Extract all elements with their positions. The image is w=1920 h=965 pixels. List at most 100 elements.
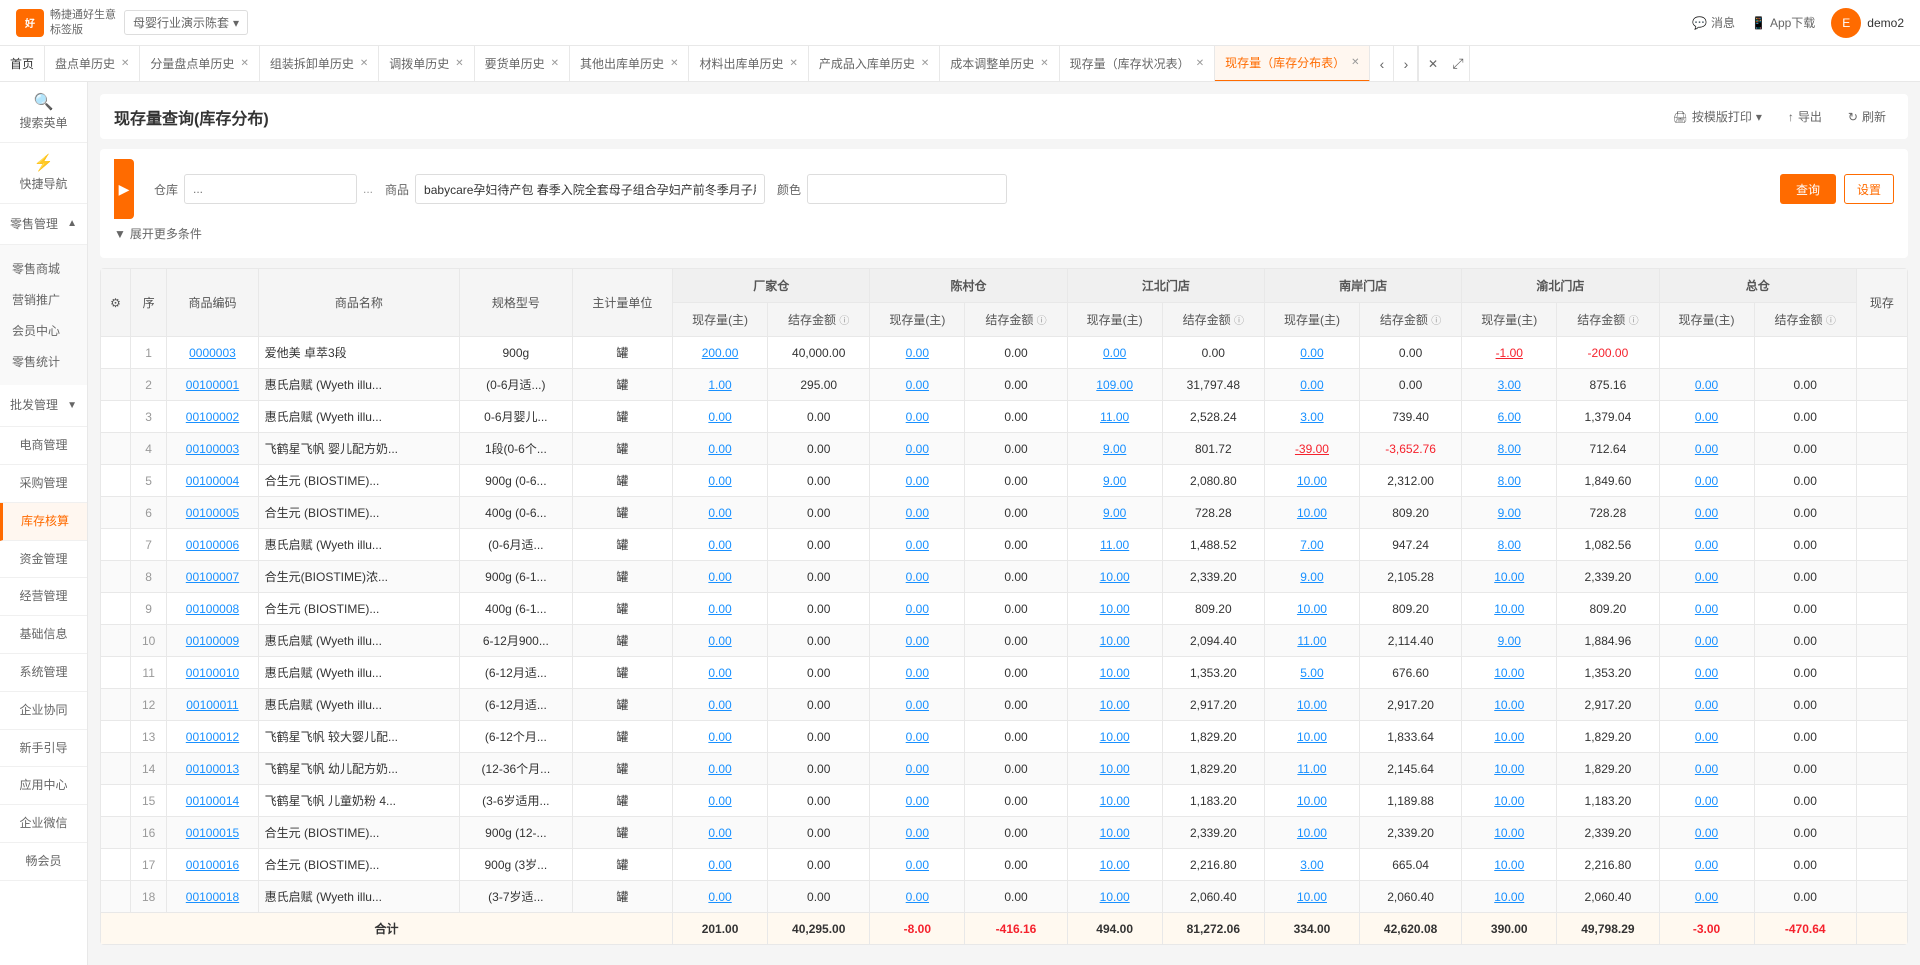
row-zc-qty[interactable]: 0.00 [1659,689,1754,721]
tab-close-icon[interactable]: ✕ [789,58,797,69]
refresh-btn[interactable]: ↻ 刷新 [1840,104,1894,129]
search-button[interactable]: 查询 [1780,174,1836,204]
row-lj-qty[interactable]: 0.00 [870,337,965,369]
sidebar-item-ecommerce[interactable]: 电商管理 [0,427,87,465]
row-code[interactable]: 00100008 [167,593,258,625]
row-jb-qty[interactable]: 10.00 [1067,625,1162,657]
row-code[interactable]: 00100005 [167,497,258,529]
row-zc-qty[interactable]: 0.00 [1659,849,1754,881]
row-na-qty[interactable]: 0.00 [1264,337,1359,369]
row-lj-qty[interactable]: 0.00 [870,497,965,529]
row-cf-qty[interactable]: 0.00 [673,561,768,593]
tab-8[interactable]: 产成品入库单历史 ✕ [809,46,940,82]
row-lj-qty[interactable]: 0.00 [870,721,965,753]
row-cf-qty[interactable]: 0.00 [673,401,768,433]
row-yb-qty[interactable]: 10.00 [1462,881,1557,913]
row-code[interactable]: 00100016 [167,849,258,881]
tab-close-icon[interactable]: ✕ [1196,58,1204,69]
row-na-qty[interactable]: 5.00 [1264,657,1359,689]
export-btn[interactable]: ↑ 导出 [1780,104,1830,129]
row-zc-qty[interactable]: 0.00 [1659,561,1754,593]
row-yb-qty[interactable]: 8.00 [1462,529,1557,561]
row-jb-qty[interactable]: 10.00 [1067,849,1162,881]
row-code[interactable]: 00100018 [167,881,258,913]
row-code[interactable]: 00100012 [167,721,258,753]
row-jb-qty[interactable]: 0.00 [1067,337,1162,369]
row-yb-qty[interactable]: 10.00 [1462,561,1557,593]
sidebar-item-member2[interactable]: 畅会员 [0,843,87,881]
row-zc-qty[interactable]: 0.00 [1659,497,1754,529]
row-yb-qty[interactable]: 10.00 [1462,593,1557,625]
row-cf-qty[interactable]: 0.00 [673,817,768,849]
row-yb-qty[interactable]: 10.00 [1462,817,1557,849]
sidebar-item-search[interactable]: 🔍 搜索英单 [0,82,87,143]
row-na-qty[interactable]: 10.00 [1264,721,1359,753]
sidebar-item-member[interactable]: 会员中心 [0,315,87,346]
row-cf-qty[interactable]: 0.00 [673,849,768,881]
row-yb-qty[interactable]: 6.00 [1462,401,1557,433]
row-cf-qty[interactable]: 0.00 [673,721,768,753]
tab-5[interactable]: 要货单历史 ✕ [475,46,570,82]
tab-close-icon[interactable]: ✕ [240,58,248,69]
row-na-qty[interactable]: 10.00 [1264,593,1359,625]
tab-2[interactable]: 分量盘点单历史 ✕ [140,46,259,82]
row-jb-qty[interactable]: 11.00 [1067,401,1162,433]
row-lj-qty[interactable]: 0.00 [870,817,965,849]
row-na-qty[interactable]: 10.00 [1264,817,1359,849]
row-yb-qty[interactable]: 10.00 [1462,753,1557,785]
message-btn[interactable]: 💬 消息 [1692,14,1735,31]
row-na-qty[interactable]: -39.00 [1264,433,1359,465]
row-yb-qty[interactable]: 10.00 [1462,689,1557,721]
row-zc-qty[interactable]: 0.00 [1659,465,1754,497]
row-na-qty[interactable]: 10.00 [1264,785,1359,817]
sidebar-item-marketing[interactable]: 营销推广 [0,284,87,315]
product-input[interactable] [415,174,765,204]
tab-close-icon[interactable]: ✕ [670,58,678,69]
sidebar-item-retail-mall[interactable]: 零售商城 [0,253,87,284]
row-na-qty[interactable]: 3.00 [1264,849,1359,881]
row-code[interactable]: 00100001 [167,369,258,401]
row-code[interactable]: 00100010 [167,657,258,689]
row-na-qty[interactable]: 3.00 [1264,401,1359,433]
tab-close-icon[interactable]: ✕ [455,58,463,69]
row-jb-qty[interactable]: 9.00 [1067,497,1162,529]
row-lj-qty[interactable]: 0.00 [870,657,965,689]
app-download-btn[interactable]: 📱 App下载 [1751,14,1815,31]
row-cf-qty[interactable]: 0.00 [673,753,768,785]
row-code[interactable]: 00100015 [167,817,258,849]
row-na-qty[interactable]: 9.00 [1264,561,1359,593]
expand-btn[interactable]: ▼ 展开更多条件 [114,219,1894,248]
tab-close-icon[interactable]: ✕ [121,58,129,69]
row-jb-qty[interactable]: 10.00 [1067,785,1162,817]
row-na-qty[interactable]: 10.00 [1264,497,1359,529]
row-zc-qty[interactable]: 0.00 [1659,529,1754,561]
sidebar-item-collab[interactable]: 企业协同 [0,692,87,730]
row-jb-qty[interactable]: 10.00 [1067,881,1162,913]
tab-1[interactable]: 盘点单历史 ✕ [45,46,140,82]
sidebar-item-nav[interactable]: ⚡ 快捷导航 [0,143,87,204]
tab-11[interactable]: 现存量（库存分布表） ✕ [1215,46,1370,82]
row-lj-qty[interactable]: 0.00 [870,529,965,561]
print-btn[interactable]: 🖨 按模版打印 ▾ [1665,104,1770,129]
row-cf-qty[interactable]: 0.00 [673,881,768,913]
row-jb-qty[interactable]: 9.00 [1067,465,1162,497]
warehouse-input[interactable] [184,174,357,204]
tab-close-icon[interactable]: ✕ [551,58,559,69]
row-code[interactable]: 00100006 [167,529,258,561]
row-zc-qty[interactable]: 0.00 [1659,657,1754,689]
row-cf-qty[interactable]: 0.00 [673,529,768,561]
row-code[interactable]: 00100013 [167,753,258,785]
sidebar-item-base-info[interactable]: 基础信息 [0,616,87,654]
tab-close-all-btn[interactable]: ✕ [1418,46,1446,82]
row-lj-qty[interactable]: 0.00 [870,785,965,817]
row-zc-qty[interactable]: 0.00 [1659,369,1754,401]
row-lj-qty[interactable]: 0.00 [870,849,965,881]
tab-6[interactable]: 其他出库单历史 ✕ [570,46,689,82]
row-jb-qty[interactable]: 10.00 [1067,689,1162,721]
row-yb-qty[interactable]: 8.00 [1462,465,1557,497]
row-lj-qty[interactable]: 0.00 [870,369,965,401]
row-cf-qty[interactable]: 0.00 [673,785,768,817]
tab-home[interactable]: 首页 [0,46,45,82]
row-jb-qty[interactable]: 10.00 [1067,561,1162,593]
row-na-qty[interactable]: 11.00 [1264,625,1359,657]
